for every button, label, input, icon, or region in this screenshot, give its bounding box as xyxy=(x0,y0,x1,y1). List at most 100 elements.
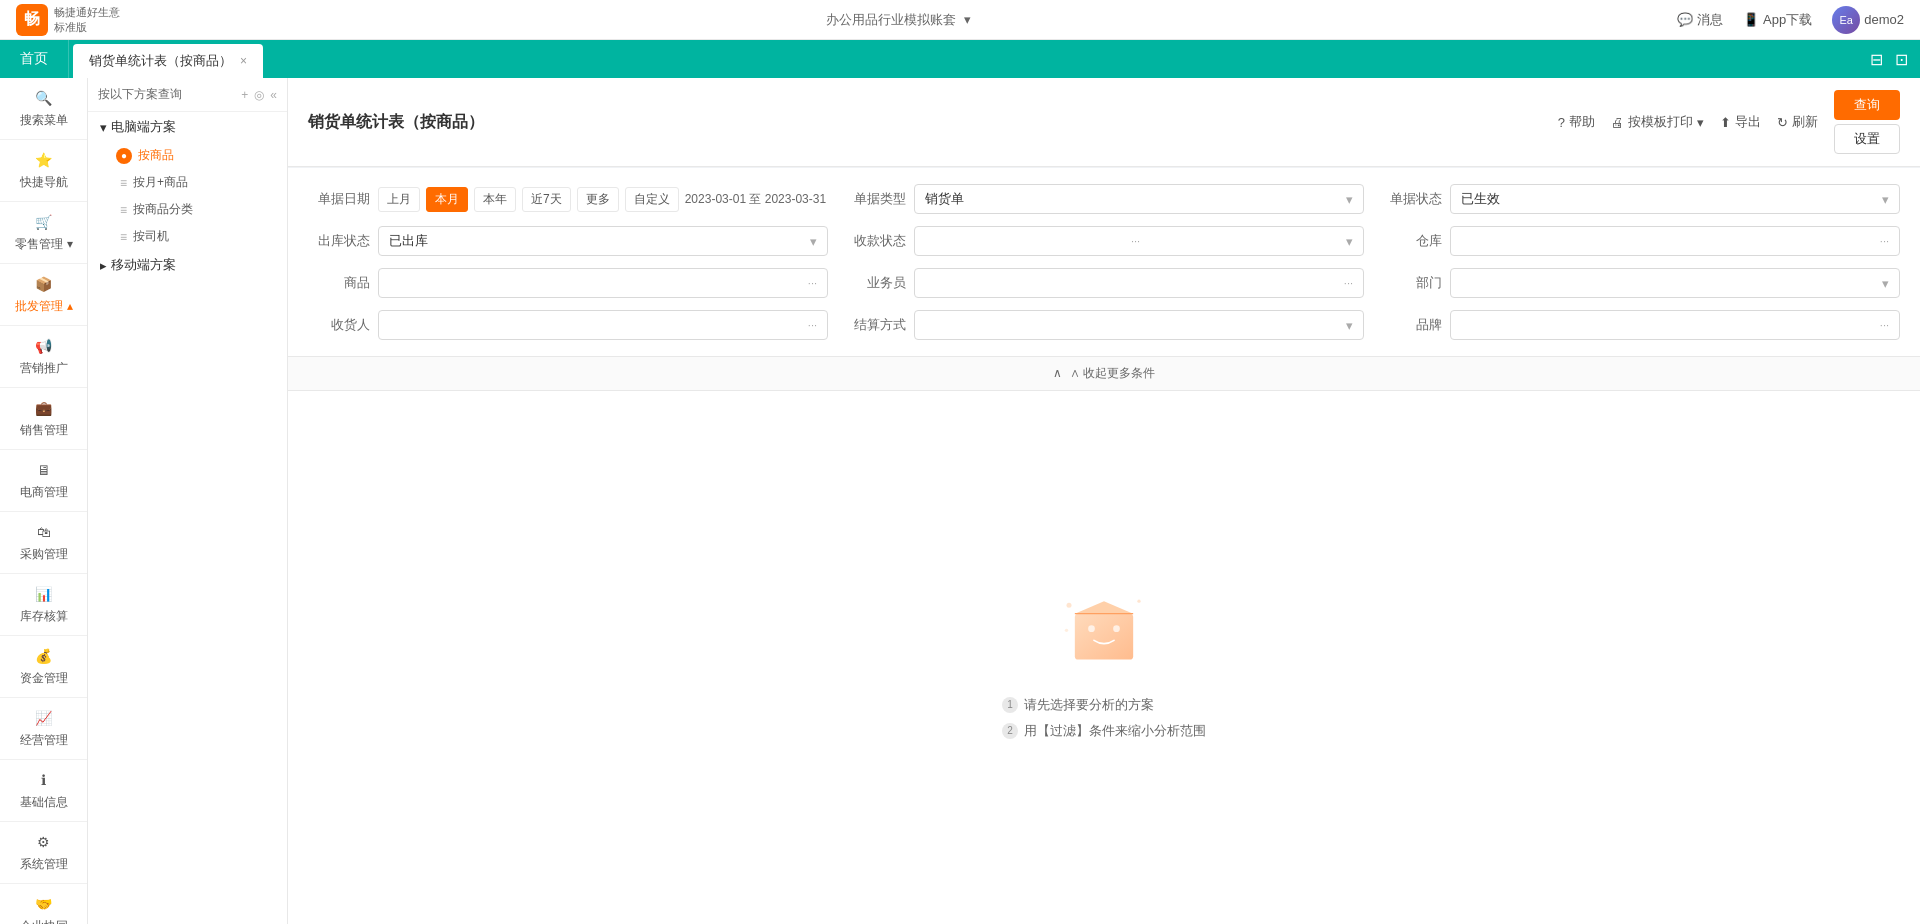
date-btn-7days[interactable]: 近7天 xyxy=(522,187,571,212)
svg-point-5 xyxy=(1067,602,1072,607)
department-control[interactable]: ▾ xyxy=(1450,268,1900,298)
date-btn-this-month[interactable]: 本月 xyxy=(426,187,468,212)
product-label: 商品 xyxy=(308,274,378,292)
settings-button[interactable]: 设置 xyxy=(1834,124,1900,154)
header-right: 💬 消息 📱 App下载 Ea demo2 xyxy=(1677,6,1904,34)
app-download-button[interactable]: 📱 App下载 xyxy=(1743,11,1812,29)
empty-step-1: 1 请先选择要分析的方案 xyxy=(1002,692,1206,718)
tree-item-by-cashier[interactable]: ≡ 按司机 xyxy=(88,223,287,250)
date-btn-last-month[interactable]: 上月 xyxy=(378,187,420,212)
search-icon: 🔍 xyxy=(4,88,83,109)
brand-control[interactable]: ··· xyxy=(1450,310,1900,340)
sidebar-item-ecommerce[interactable]: 🖥 电商管理 xyxy=(0,450,87,512)
tab-sales-stats[interactable]: 销货单统计表（按商品） × xyxy=(73,44,263,78)
main-layout: 🔍 搜索菜单 ⭐ 快捷导航 🛒 零售管理 ▾ 📦 批发管理 ▴ 📢 营销推广 xyxy=(0,78,1920,924)
page-actions: ? 帮助 🖨 按模板打印 ▾ ⬆ 导出 ↻ xyxy=(1558,90,1900,166)
sidebar-item-marketing[interactable]: 📢 营销推广 xyxy=(0,326,87,388)
tree-item-by-month-product[interactable]: ≡ 按月+商品 xyxy=(88,169,287,196)
salesperson-label: 业务员 xyxy=(844,274,914,292)
message-button[interactable]: 💬 消息 xyxy=(1677,11,1723,29)
chevron-icon: ▾ xyxy=(67,235,73,253)
refresh-button[interactable]: ↻ 刷新 xyxy=(1777,113,1818,131)
payment-status-dots-icon: ··· xyxy=(1131,235,1140,247)
settings-plan-icon[interactable]: ◎ xyxy=(254,88,264,102)
receiver-control[interactable]: ··· xyxy=(378,310,828,340)
sales-icon: 💼 xyxy=(4,398,83,419)
doc-type-label: 单据类型 xyxy=(844,190,914,208)
tab-window-controls: ⊟ ⊡ xyxy=(1870,50,1920,69)
export-button[interactable]: ⬆ 导出 xyxy=(1720,113,1761,131)
page-content: 销货单统计表（按商品） ? 帮助 🖨 按模板打印 ▾ ⬆ xyxy=(288,78,1920,924)
tab-home[interactable]: 首页 xyxy=(0,40,69,78)
export-icon: ⬆ xyxy=(1720,115,1731,130)
template-print-button[interactable]: 🖨 按模板打印 ▾ xyxy=(1611,113,1704,131)
tab-close-icon[interactable]: × xyxy=(240,54,247,68)
sidebar-item-search-menu[interactable]: 🔍 搜索菜单 xyxy=(0,78,87,140)
page-header: 销货单统计表（按商品） ? 帮助 🖨 按模板打印 ▾ ⬆ xyxy=(288,78,1920,167)
user-avatar[interactable]: Ea demo2 xyxy=(1832,6,1904,34)
doc-icon: ≡ xyxy=(120,176,127,190)
doc-status-control[interactable]: 已生效 ▾ xyxy=(1450,184,1900,214)
sidebar-item-wholesale[interactable]: 📦 批发管理 ▴ xyxy=(0,264,87,326)
empty-illustration xyxy=(1054,572,1154,672)
filter-payment-status: 收款状态 ··· ▾ xyxy=(844,226,1364,256)
collapse-bar[interactable]: ∧ ∧ 收起更多条件 xyxy=(288,357,1920,391)
filter-department: 部门 ▾ xyxy=(1380,268,1900,298)
date-btn-more[interactable]: 更多 xyxy=(577,187,619,212)
settlement-control[interactable]: ▾ xyxy=(914,310,1364,340)
date-range-display: 2023-03-01 至 2023-03-31 xyxy=(685,191,826,208)
sidebar-item-purchase[interactable]: 🛍 采购管理 xyxy=(0,512,87,574)
marketing-icon: 📢 xyxy=(4,336,83,357)
chevron-down-icon: ▾ xyxy=(964,12,971,27)
sidebar-item-operations[interactable]: 📈 经营管理 xyxy=(0,698,87,760)
collapse-icon: ∧ xyxy=(1053,366,1062,380)
date-btn-this-year[interactable]: 本年 xyxy=(474,187,516,212)
minimize-icon[interactable]: ⊟ xyxy=(1870,50,1883,69)
tree-section-desktop[interactable]: ▾ 电脑端方案 xyxy=(88,112,287,142)
sidebar-item-system[interactable]: ⚙ 系统管理 xyxy=(0,822,87,884)
retail-icon: 🛒 xyxy=(4,212,83,233)
add-plan-icon[interactable]: + xyxy=(241,88,248,102)
wholesale-icon: 📦 xyxy=(4,274,83,295)
date-btn-custom[interactable]: 自定义 xyxy=(625,187,679,212)
help-icon: ? xyxy=(1558,115,1565,130)
svg-rect-0 xyxy=(1075,613,1133,659)
sidebar-item-enterprise[interactable]: 🤝 企业协同 xyxy=(0,884,87,924)
logo-icon: 畅 xyxy=(16,4,48,36)
left-panel-icons: + ◎ « xyxy=(241,88,277,102)
filter-doc-status: 单据状态 已生效 ▾ xyxy=(1380,184,1900,214)
sidebar-item-basic[interactable]: ℹ 基础信息 xyxy=(0,760,87,822)
tree-item-by-product[interactable]: ● 按商品 xyxy=(88,142,287,169)
product-dots-icon: ··· xyxy=(808,277,817,289)
tree-item-by-category[interactable]: ≡ 按商品分类 xyxy=(88,196,287,223)
sidebar-item-inventory[interactable]: 📊 库存核算 xyxy=(0,574,87,636)
product-control[interactable]: ··· xyxy=(378,268,828,298)
sidebar-item-retail[interactable]: 🛒 零售管理 ▾ xyxy=(0,202,87,264)
department-arrow-icon: ▾ xyxy=(1882,276,1889,291)
tree-section-mobile[interactable]: ▸ 移动端方案 xyxy=(88,250,287,280)
collapse-panel-icon[interactable]: « xyxy=(270,88,277,102)
help-button[interactable]: ? 帮助 xyxy=(1558,113,1595,131)
doc-type-control[interactable]: 销货单 ▾ xyxy=(914,184,1364,214)
filter-settlement: 结算方式 ▾ xyxy=(844,310,1364,340)
out-status-control[interactable]: 已出库 ▾ xyxy=(378,226,828,256)
department-label: 部门 xyxy=(1380,274,1450,292)
filter-row-4: 收货人 ··· 结算方式 ▾ xyxy=(308,310,1900,340)
print-icon: 🖨 xyxy=(1611,115,1624,130)
maximize-icon[interactable]: ⊡ xyxy=(1895,50,1908,69)
payment-status-control[interactable]: ··· ▾ xyxy=(914,226,1364,256)
receiver-label: 收货人 xyxy=(308,316,378,334)
top-header: 畅 畅捷通好生意 标准版 办公用品行业模拟账套 ▾ 💬 消息 📱 App下载 E… xyxy=(0,0,1920,40)
warehouse-control[interactable]: ··· xyxy=(1450,226,1900,256)
out-status-label: 出库状态 xyxy=(308,232,378,250)
sidebar-item-finance[interactable]: 💰 资金管理 xyxy=(0,636,87,698)
step-num-2: 2 xyxy=(1002,723,1018,739)
account-selector[interactable]: 办公用品行业模拟账套 ▾ xyxy=(826,11,971,29)
tab-bar: 首页 销货单统计表（按商品） × ⊟ ⊡ xyxy=(0,40,1920,78)
sidebar-item-quick-nav[interactable]: ⭐ 快捷导航 xyxy=(0,140,87,202)
salesperson-dots-icon: ··· xyxy=(1344,277,1353,289)
query-button[interactable]: 查询 xyxy=(1834,90,1900,120)
salesperson-control[interactable]: ··· xyxy=(914,268,1364,298)
sidebar-item-sales[interactable]: 💼 销售管理 xyxy=(0,388,87,450)
content-area: 按以下方案查询 + ◎ « ▾ 电脑端方案 ● 按商品 xyxy=(88,78,1920,924)
